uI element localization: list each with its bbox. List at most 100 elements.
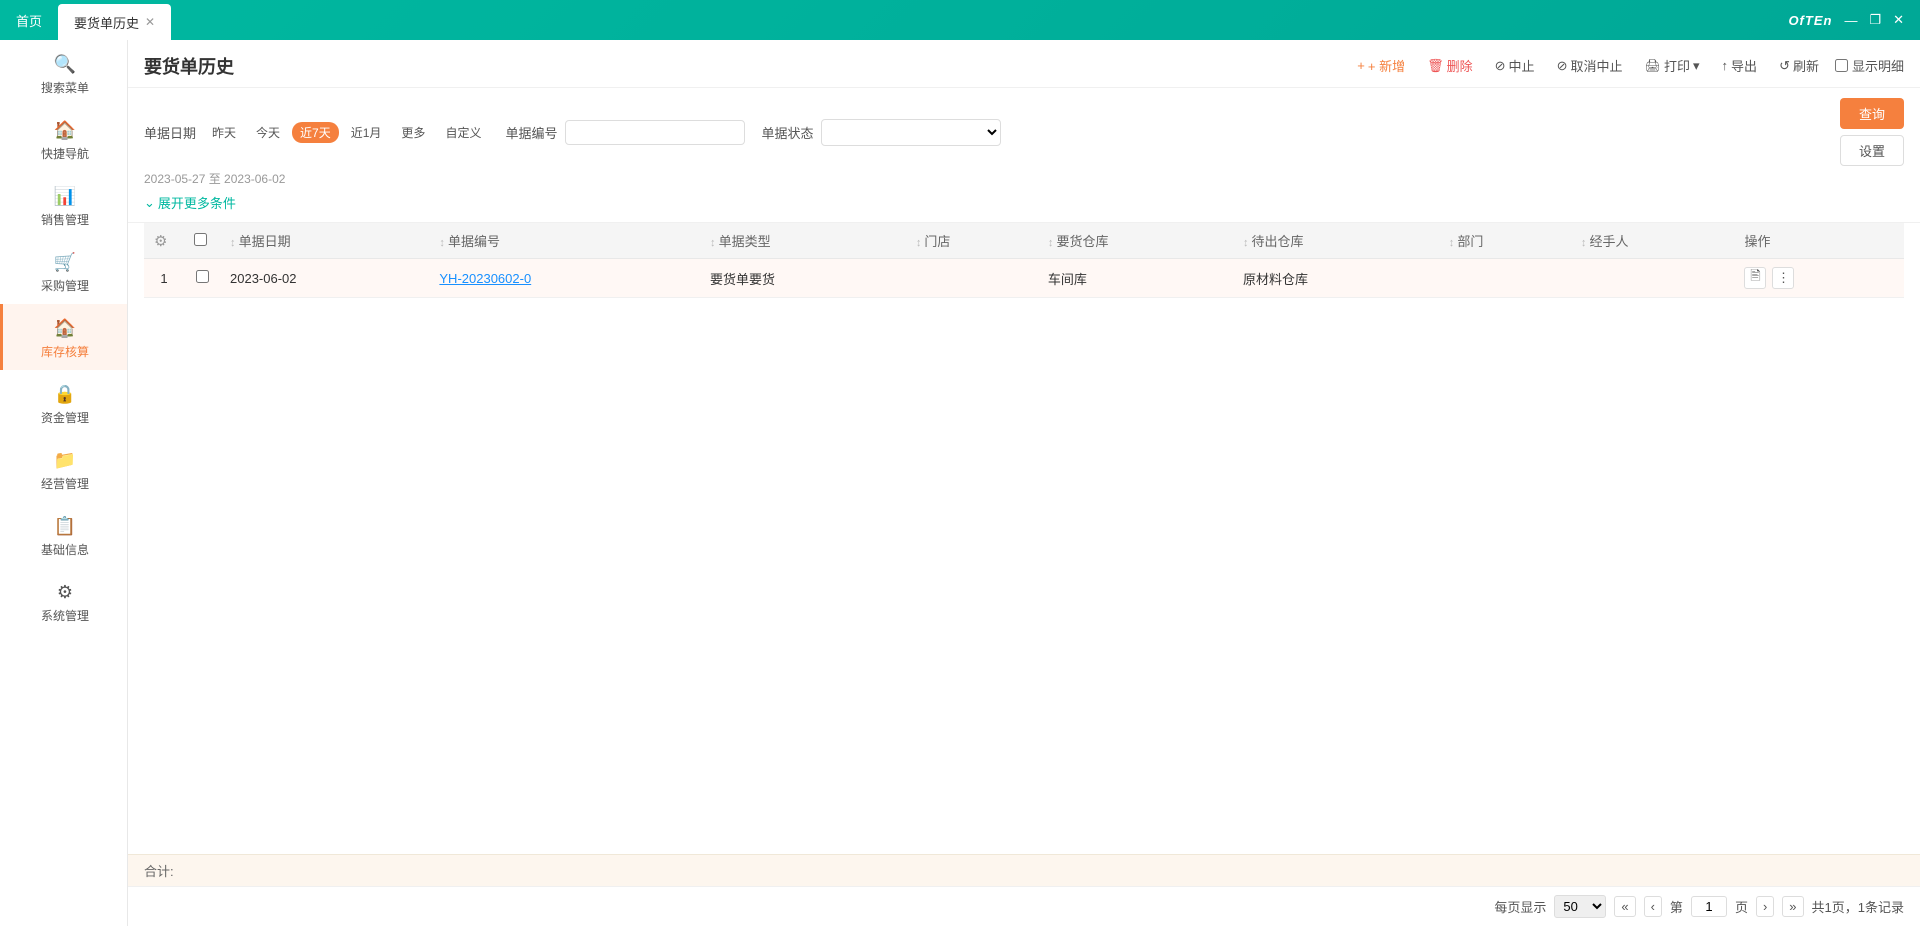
th-pending-warehouse[interactable]: 待出仓库 (1233, 223, 1439, 259)
shortcut-yesterday[interactable]: 昨天 (204, 122, 244, 143)
inventory-icon: 🏠 (54, 318, 76, 339)
th-doc-no[interactable]: 单据编号 (429, 223, 700, 259)
close-btn[interactable]: ✕ (1893, 12, 1904, 28)
settings-col-header: ⚙ (144, 223, 184, 259)
filter-group-status: 单据状态 (761, 119, 1001, 146)
select-all-checkbox[interactable] (194, 233, 207, 246)
new-icon: + (1357, 58, 1365, 73)
stop-icon: ⊘ (1495, 58, 1506, 74)
cancel-stop-button[interactable]: ⊘ 取消中止 (1551, 52, 1629, 79)
op-more-0[interactable]: ⋮ (1772, 267, 1794, 289)
sidebar-basic-info-label: 基础信息 (41, 541, 89, 558)
prev-page-btn[interactable]: ‹ (1644, 896, 1662, 917)
sidebar-finance-label: 资金管理 (41, 409, 89, 426)
row-check-0[interactable] (196, 270, 209, 283)
sidebar-item-sales[interactable]: 📊 销售管理 (0, 172, 127, 238)
sidebar-item-inventory[interactable]: 🏠 库存核算 (0, 304, 127, 370)
shortcut-today[interactable]: 今天 (248, 122, 288, 143)
sidebar-item-operations[interactable]: 📁 经营管理 (0, 436, 127, 502)
th-store[interactable]: 门店 (906, 223, 1038, 259)
th-operation: 操作 (1734, 223, 1904, 259)
sidebar-quick-nav-label: 快捷导航 (41, 145, 89, 162)
th-doc-date[interactable]: 单据日期 (220, 223, 429, 259)
new-button[interactable]: + + 新增 (1351, 52, 1411, 79)
status-select[interactable] (821, 119, 1001, 146)
sidebar-item-purchase[interactable]: 🛒 采购管理 (0, 238, 127, 304)
sidebar-system-label: 系统管理 (41, 607, 89, 624)
row-department-0 (1439, 259, 1571, 298)
sales-icon: 📊 (54, 186, 76, 207)
export-label: 导出 (1731, 56, 1757, 75)
per-page-select[interactable]: 50 100 200 (1554, 895, 1606, 918)
refresh-button[interactable]: ↺ 刷新 (1773, 52, 1825, 79)
export-icon: ↑ (1722, 58, 1729, 73)
th-handler[interactable]: 经手人 (1571, 223, 1735, 259)
page-input[interactable] (1691, 896, 1727, 917)
tab-home[interactable]: 首页 (0, 0, 58, 40)
minimize-btn[interactable]: — (1844, 13, 1857, 28)
query-button[interactable]: 查询 (1840, 98, 1904, 129)
purchase-icon: 🛒 (54, 252, 76, 273)
export-button[interactable]: ↑ 导出 (1716, 52, 1764, 79)
display-detail-checkbox[interactable] (1835, 59, 1848, 72)
filter-group-docno: 单据编号 (505, 120, 745, 145)
display-detail-toggle[interactable]: 显示明细 (1835, 56, 1904, 75)
date-shortcuts: 昨天 今天 近7天 近1月 更多 自定义 (204, 122, 489, 143)
th-req-warehouse[interactable]: 要货仓库 (1038, 223, 1233, 259)
sidebar-item-system[interactable]: ⚙ 系统管理 (0, 568, 127, 634)
row-handler-0 (1571, 259, 1735, 298)
next-page-btn[interactable]: › (1756, 896, 1774, 917)
system-icon: ⚙ (57, 582, 73, 603)
shortcut-last7[interactable]: 近7天 (292, 122, 339, 143)
doc-no-link-0[interactable]: YH-20230602-0 (439, 271, 531, 286)
filter-row-1: 单据日期 昨天 今天 近7天 近1月 更多 自定义 单据编号 单据状态 (144, 98, 1904, 166)
total-info: 共1页，1条记录 (1812, 897, 1904, 916)
tab-requisition-history[interactable]: 要货单历史 ✕ (58, 4, 171, 40)
date-range-display: 2023-05-27 至 2023-06-02 (144, 166, 1904, 187)
sidebar-item-finance[interactable]: 🔒 资金管理 (0, 370, 127, 436)
operations-icon: 📁 (54, 450, 76, 471)
filter-group-date: 单据日期 昨天 今天 近7天 近1月 更多 自定义 (144, 122, 489, 143)
th-department[interactable]: 部门 (1439, 223, 1571, 259)
restore-btn[interactable]: ❐ (1869, 12, 1881, 28)
tab-close-icon[interactable]: ✕ (145, 15, 155, 29)
table-body: 1 2023-06-02 YH-20230602-0 要货单要货 车间库 原材料… (144, 259, 1904, 298)
expand-more-btn[interactable]: ⌄ 展开更多条件 (144, 193, 1904, 212)
row-doc-type-0: 要货单要货 (700, 259, 906, 298)
toolbar: + + 新增 🗑 删除 ⊘ 中止 ⊘ 取消中止 🖨 打印 (1351, 52, 1904, 79)
print-button[interactable]: 🖨 打印 ▾ (1638, 52, 1705, 79)
row-doc-no-0[interactable]: YH-20230602-0 (429, 259, 700, 298)
first-page-btn[interactable]: « (1614, 896, 1635, 917)
status-label: 单据状态 (761, 123, 813, 142)
op-view-0[interactable]: 🖹 (1744, 267, 1766, 289)
tab-home-label: 首页 (16, 11, 42, 30)
row-doc-date-0: 2023-06-02 (220, 259, 429, 298)
settings-button[interactable]: 设置 (1840, 135, 1904, 166)
sidebar-search-label: 搜索菜单 (41, 79, 89, 96)
summary-label: 合计: (144, 864, 174, 879)
delete-button[interactable]: 🗑 删除 (1421, 52, 1479, 79)
page-title: 要货单历史 (144, 53, 1351, 79)
docno-input[interactable] (565, 120, 745, 145)
sidebar-item-basic-info[interactable]: 📋 基础信息 (0, 502, 127, 568)
page-label: 第 (1670, 897, 1683, 916)
th-doc-type[interactable]: 单据类型 (700, 223, 906, 259)
table-area: ⚙ 单据日期 单据编号 单据类型 门店 要货仓库 待出仓库 部门 经手人 操 (128, 223, 1920, 854)
date-range-text: 2023-05-27 至 2023-06-02 (144, 172, 285, 186)
shortcut-more[interactable]: 更多 (393, 122, 433, 143)
sidebar-item-quick-nav[interactable]: 🏠 快捷导航 (0, 106, 127, 172)
last-page-btn[interactable]: » (1782, 896, 1803, 917)
shortcut-last-month[interactable]: 近1月 (343, 122, 390, 143)
finance-icon: 🔒 (54, 384, 76, 405)
row-operation-0: 🖹 ⋮ (1734, 259, 1904, 298)
table-row: 1 2023-06-02 YH-20230602-0 要货单要货 车间库 原材料… (144, 259, 1904, 298)
delete-icon: 🗑 (1427, 58, 1444, 74)
page-label-2: 页 (1735, 897, 1748, 916)
shortcut-custom[interactable]: 自定义 (437, 122, 489, 143)
stop-button[interactable]: ⊘ 中止 (1489, 52, 1541, 79)
settings-gear-icon[interactable]: ⚙ (154, 233, 167, 250)
refresh-icon: ↺ (1779, 58, 1790, 74)
cancel-stop-icon: ⊘ (1557, 58, 1568, 74)
sidebar-item-search[interactable]: 🔍 搜索菜单 (0, 40, 127, 106)
sidebar-sales-label: 销售管理 (41, 211, 89, 228)
